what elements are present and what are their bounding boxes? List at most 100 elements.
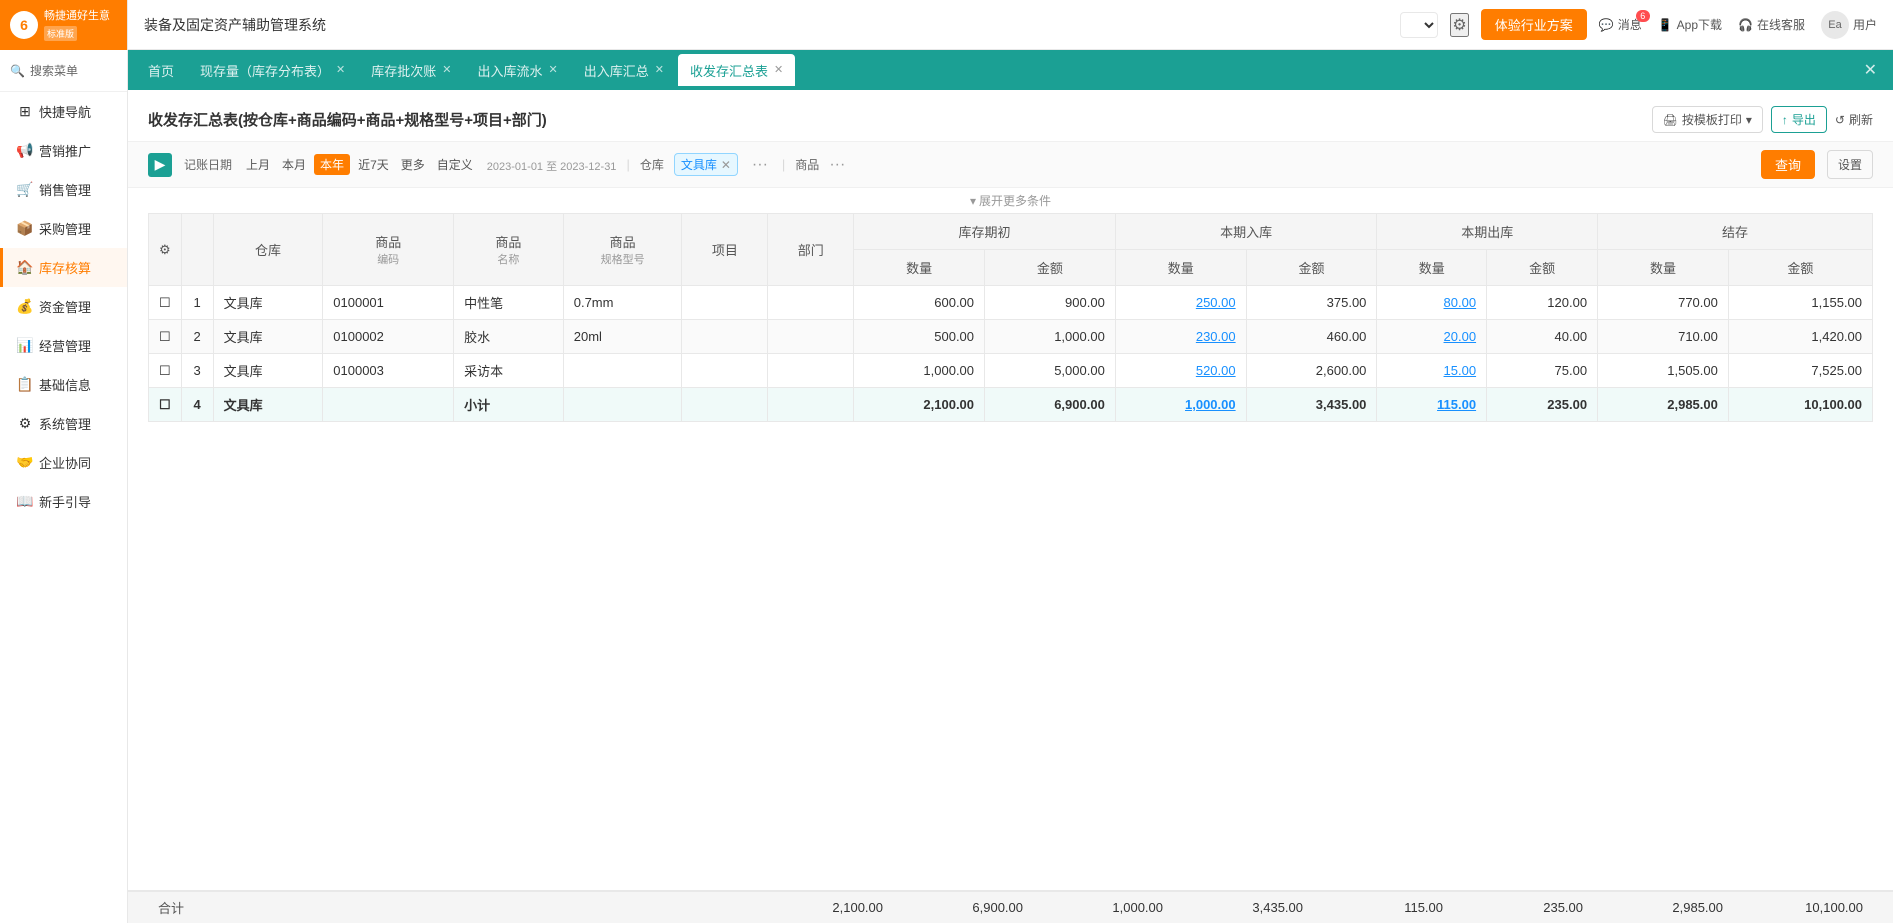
sidebar-item-quick-nav[interactable]: ⊞ 快捷导航 (0, 92, 127, 131)
table-cell: 40.00 (1487, 320, 1598, 354)
message-badge: 6 (1636, 10, 1650, 22)
search-btn[interactable]: 查询 (1761, 150, 1815, 179)
table-cell[interactable]: 115.00 (1377, 388, 1487, 422)
row-checkbox[interactable]: ☐ (159, 397, 171, 412)
system-title: 装备及固定资产辅助管理系统 (144, 15, 1388, 35)
filter-toggle-btn[interactable]: ▶ (148, 153, 172, 177)
sales-icon: 🛒 (17, 182, 33, 198)
row-checkbox[interactable]: ☐ (159, 295, 171, 310)
app-download-btn[interactable]: 📱 App下载 (1658, 16, 1722, 33)
sidebar: 6 畅捷通好生意 标准版 🔍 搜索菜单 ⊞ 快捷导航 📢 营销推广 🛒 销售管理… (0, 0, 128, 923)
print-icon: 🖨 (1663, 113, 1678, 127)
messages-btn[interactable]: 💬 消息 6 (1599, 16, 1642, 33)
date-btn-last-month[interactable]: 上月 (242, 154, 274, 175)
table-cell[interactable]: 1,000.00 (1115, 388, 1246, 422)
table-cell: 770.00 (1598, 286, 1729, 320)
table-cell: 2,100.00 (854, 388, 985, 422)
sidebar-item-sales[interactable]: 🛒 销售管理 (0, 170, 127, 209)
tab-close-inventory-dist[interactable]: ✕ (336, 65, 345, 76)
tab-inventory-dist[interactable]: 现存量（库存分布表） ✕ (188, 54, 357, 86)
table-cell[interactable]: 15.00 (1377, 354, 1487, 388)
sidebar-item-guide[interactable]: 📖 新手引导 (0, 482, 127, 521)
quick-nav-icon: ⊞ (17, 104, 33, 120)
settings-gear-button[interactable]: ⚙ (1450, 13, 1468, 37)
sidebar-item-basic[interactable]: 📋 基础信息 (0, 365, 127, 404)
goods-more[interactable]: ··· (829, 156, 845, 174)
tab-recv-send-summary[interactable]: 收发存汇总表 ✕ (678, 54, 795, 86)
th-name: 商品名称 (454, 214, 564, 286)
table-cell: 文具库 (213, 320, 323, 354)
date-btn-this-year[interactable]: 本年 (314, 154, 350, 175)
sidebar-item-operation[interactable]: 📊 经营管理 (0, 326, 127, 365)
table-cell: 1 (181, 286, 213, 320)
tab-close-inout-flow[interactable]: ✕ (549, 65, 558, 76)
tab-close-inout-summary[interactable]: ✕ (655, 65, 664, 76)
sidebar-item-marketing[interactable]: 📢 营销推广 (0, 131, 127, 170)
sidebar-item-enterprise[interactable]: 🤝 企业协同 (0, 443, 127, 482)
online-service-btn[interactable]: 🎧 在线客服 (1738, 16, 1805, 33)
sidebar-item-purchase[interactable]: 📦 采购管理 (0, 209, 127, 248)
date-btn-this-month[interactable]: 本月 (278, 154, 310, 175)
row-checkbox[interactable]: ☐ (159, 329, 171, 344)
table-cell: 2,600.00 (1246, 354, 1377, 388)
tab-inout-flow[interactable]: 出入库流水 ✕ (465, 54, 569, 86)
date-range: 2023-01-01 至 2023-12-31 (487, 158, 617, 174)
setting-btn[interactable]: 设置 (1827, 150, 1873, 179)
system-selector[interactable] (1400, 12, 1438, 38)
table-cell: 10,100.00 (1728, 388, 1872, 422)
warehouse-tag-close[interactable]: ✕ (721, 158, 731, 172)
tab-close-all[interactable]: ✕ (1856, 60, 1885, 80)
table-cell: 胶水 (454, 320, 564, 354)
export-btn[interactable]: ↑ 导出 (1771, 106, 1827, 133)
table-cell: 235.00 (1487, 388, 1598, 422)
search-menu-button[interactable]: 🔍 搜索菜单 (10, 58, 117, 83)
export-icon: ↑ (1782, 113, 1788, 127)
expand-btn[interactable]: ▾ 展开更多条件 (970, 192, 1051, 209)
refresh-btn[interactable]: ↺ 刷新 (1835, 111, 1873, 128)
table-cell: 0100002 (323, 320, 454, 354)
table-cell (768, 320, 854, 354)
table-cell: 6,900.00 (985, 388, 1116, 422)
table-cell[interactable]: 230.00 (1115, 320, 1246, 354)
table-row: ☐3文具库0100003采访本1,000.005,000.00520.002,6… (149, 354, 1873, 388)
table-cell[interactable]: 250.00 (1115, 286, 1246, 320)
user-btn[interactable]: Ea 用户 (1821, 11, 1877, 39)
sidebar-item-finance[interactable]: 💰 资金管理 (0, 287, 127, 326)
table-cell[interactable]: 20.00 (1377, 320, 1487, 354)
footer-label: 合计 (158, 898, 198, 917)
page-actions: 🖨 按模板打印 ▾ ↑ 导出 ↺ 刷新 (1652, 106, 1873, 133)
tab-inout-summary[interactable]: 出入库汇总 ✕ (572, 54, 676, 86)
table-cell: 2,985.00 (1598, 388, 1729, 422)
page-title: 收发存汇总表(按仓库+商品编码+商品+规格型号+项目+部门) (148, 109, 547, 130)
content-area: 收发存汇总表(按仓库+商品编码+商品+规格型号+项目+部门) 🖨 按模板打印 ▾… (128, 90, 1893, 923)
tab-close-batch[interactable]: ✕ (442, 65, 451, 76)
message-icon: 💬 (1599, 18, 1614, 32)
tab-close-recv-send[interactable]: ✕ (774, 65, 783, 76)
date-btn-more[interactable]: 更多 (397, 154, 429, 175)
date-btn-custom[interactable]: 自定义 (433, 154, 477, 175)
table-cell[interactable]: 80.00 (1377, 286, 1487, 320)
tab-home[interactable]: 首页 (136, 54, 186, 86)
table-cell[interactable]: 520.00 (1115, 354, 1246, 388)
finance-icon: 💰 (17, 299, 33, 315)
footer-bal-amt: 10,100.00 (1783, 900, 1863, 915)
column-settings-icon[interactable]: ⚙ (159, 242, 171, 257)
table-cell: ☐ (149, 388, 182, 422)
row-checkbox[interactable]: ☐ (159, 363, 171, 378)
sidebar-search-area[interactable]: 🔍 搜索菜单 (0, 50, 127, 92)
warehouse-more[interactable]: ··· (748, 156, 772, 174)
experience-btn[interactable]: 体验行业方案 (1481, 9, 1587, 40)
table-cell: 3,435.00 (1246, 388, 1377, 422)
sidebar-item-system[interactable]: ⚙ 系统管理 (0, 404, 127, 443)
warehouse-tag: 文具库 ✕ (674, 153, 738, 176)
tab-batch[interactable]: 库存批次账 ✕ (359, 54, 463, 86)
print-btn[interactable]: 🖨 按模板打印 ▾ (1652, 106, 1763, 133)
date-btn-7days[interactable]: 近7天 (354, 154, 393, 175)
date-buttons: 上月 本月 本年 近7天 更多 自定义 (242, 154, 477, 175)
th-code: 商品编码 (323, 214, 454, 286)
expand-more-area: ▾ 展开更多条件 (128, 188, 1893, 213)
table-cell: 120.00 (1487, 286, 1598, 320)
th-open-amt: 金额 (985, 250, 1116, 286)
th-out-qty: 数量 (1377, 250, 1487, 286)
sidebar-item-inventory[interactable]: 🏠 库存核算 (0, 248, 127, 287)
